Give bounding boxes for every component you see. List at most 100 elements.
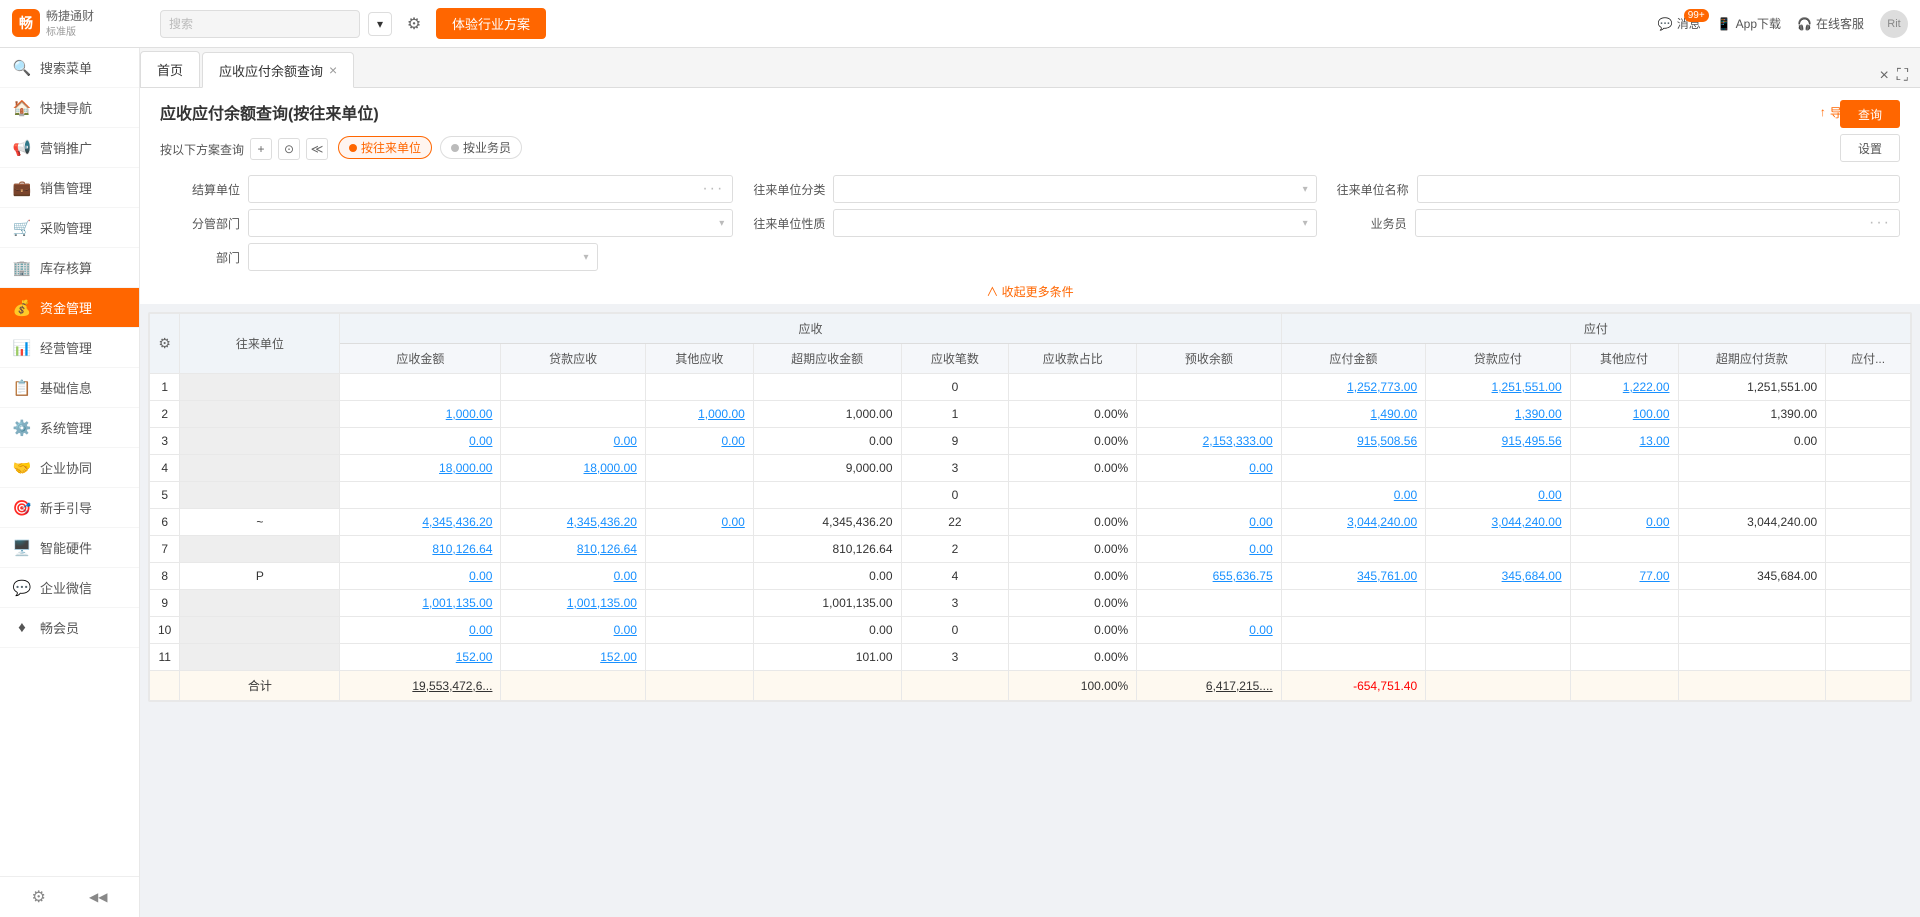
header-gear-icon[interactable]: ⚙ [400,10,428,38]
sidebar-item-enterprise[interactable]: 🤝 企业协同 [0,448,139,488]
sidebar-item-base-info[interactable]: 📋 基础信息 [0,368,139,408]
sidebar-collapse-btn[interactable]: ◀◀ [89,890,107,904]
sidebar-label: 搜索菜单 [40,58,92,77]
sidebar-item-finance[interactable]: 💰 资金管理 [0,288,139,328]
partner-name-input[interactable] [1417,175,1900,203]
sidebar-item-sales[interactable]: 💼 销售管理 [0,168,139,208]
headset-icon: 🎧 [1797,17,1812,31]
page-title-row: 应收应付余额查询(按往来单位) ↑ 导出 ↻ 刷新 [160,100,1900,124]
salesperson-input[interactable]: ··· [1415,209,1900,237]
sidebar-item-vip[interactable]: ♦ 畅会员 [0,608,139,648]
department-label: 部门 [170,249,240,266]
tab-ar-ap-label: 应收应付余额查询 [219,61,323,80]
filter-settlement-unit: 结算单位 ··· [170,175,733,203]
sidebar-settings-icon[interactable]: ⚙ [32,887,46,907]
col-settings-icon[interactable]: ⚙ [158,335,171,351]
search-icon: 🔍 [12,59,32,77]
tab-ar-ap-query[interactable]: 应收应付余额查询 × [202,52,354,88]
sidebar-item-marketing[interactable]: 📢 营销推广 [0,128,139,168]
col-advance-bal: 预收余额 [1137,344,1281,374]
scheme-inactive-dot [451,144,459,152]
sidebar-label: 销售管理 [40,178,92,197]
app-name: 畅捷通财 [46,9,94,23]
settings-button[interactable]: 设置 [1840,134,1900,162]
sidebar-label: 快捷导航 [40,98,92,117]
app-download-btn[interactable]: 📱 App下载 [1717,15,1781,32]
window-close-icon[interactable]: × [1879,67,1888,85]
filter-managing-dept: 分管部门 ▾ [170,209,733,237]
sidebar-item-wechat[interactable]: 💬 企业微信 [0,568,139,608]
row-number: 4 [150,455,180,482]
department-input[interactable]: ▾ [248,243,598,271]
sidebar-item-quick-nav[interactable]: 🏠 快捷导航 [0,88,139,128]
sales-icon: 💼 [12,179,32,197]
col-receivable-group: 应收 [340,314,1281,344]
solution-button[interactable]: 体验行业方案 [436,8,546,39]
table-row: 11152.00152.00101.0030.00% [150,644,1911,671]
window-expand-icon[interactable]: ⛶ [1897,67,1908,85]
app-logo-icon: 畅 [12,9,40,37]
export-icon: ↑ [1820,105,1826,119]
footer-advance-bal[interactable]: 6,417,215.... [1137,671,1281,701]
col-payable-group: 应付 [1281,314,1910,344]
sidebar-item-purchase[interactable]: 🛒 采购管理 [0,208,139,248]
table-row: 8P0.000.000.0040.00%655,636.75345,761.00… [150,563,1911,590]
partner-nature-input[interactable]: ▾ [833,209,1316,237]
sidebar-label: 资金管理 [40,298,92,317]
query-panel: 应收应付余额查询(按往来单位) ↑ 导出 ↻ 刷新 [140,88,1920,304]
sidebar-label: 畅会员 [40,618,79,637]
col-overdue-rec: 超期应收金额 [753,344,901,374]
row-number: 6 [150,509,180,536]
data-table-container: ⚙ 往来单位 应收 应付 应收金额 贷款应收 其他应收 超期应收金额 应收笔数 [148,312,1912,702]
sidebar-item-operations[interactable]: 📊 经营管理 [0,328,139,368]
sidebar-label: 企业微信 [40,578,92,597]
messages-btn[interactable]: 💬 消息 99+ [1658,15,1701,32]
collapse-more-btn[interactable]: ∧ 收起更多条件 [160,279,1900,304]
scheme-items: 按往来单位 按业务员 [338,136,1900,159]
warehouse-icon: 🏢 [12,259,32,277]
guide-icon: 🎯 [12,499,32,517]
sidebar-item-guide[interactable]: 🎯 新手引导 [0,488,139,528]
settlement-unit-input[interactable]: ··· [248,175,733,203]
row-number: 1 [150,374,180,401]
scheme-settings-btn[interactable]: ⊙ [278,138,300,160]
sidebar-label: 智能硬件 [40,538,92,557]
table-row: 418,000.0018,000.009,000.0030.00%0.00 [150,455,1911,482]
sidebar-item-warehouse[interactable]: 🏢 库存核算 [0,248,139,288]
table-footer-row: 合计 19,553,472,6... 100.00% 6,417,215....… [150,671,1911,701]
col-pay-loan: 贷款应付 [1426,344,1570,374]
managing-dept-input[interactable]: ▾ [248,209,733,237]
table-row: 101,252,773.001,251,551.001,222.001,251,… [150,374,1911,401]
header-search-area: 搜索 ▾ ⚙ 体验行业方案 [160,8,1650,39]
row-number: 10 [150,617,180,644]
header-dropdown-btn[interactable]: ▾ [368,12,392,36]
sidebar-item-system[interactable]: ⚙️ 系统管理 [0,408,139,448]
table-row: 21,000.001,000.001,000.0010.00%1,490.001… [150,401,1911,428]
sidebar-item-smart-hw[interactable]: 🖥️ 智能硬件 [0,528,139,568]
user-avatar[interactable]: Rit [1880,10,1908,38]
footer-rec-amount[interactable]: 19,553,472,6... [340,671,501,701]
col-pay-more: 应付... [1826,344,1911,374]
col-partner-header: 往来单位 [180,314,340,374]
online-service-btn[interactable]: 🎧 在线客服 [1797,15,1864,32]
sidebar-item-search-menu[interactable]: 🔍 搜索菜单 [0,48,139,88]
scheme-by-salesperson[interactable]: 按业务员 [440,136,522,159]
filter-department: 部门 ▾ [170,243,598,271]
scheme-by-partner[interactable]: 按往来单位 [338,136,432,159]
row-partner [180,374,340,401]
scheme-collapse-btn[interactable]: ≪ [306,138,328,160]
header-search-bar[interactable]: 搜索 [160,10,360,38]
salesperson-label: 业务员 [1337,215,1407,232]
page-title: 应收应付余额查询(按往来单位) [160,100,379,124]
app-download-icon: 📱 [1717,17,1732,31]
partner-category-input[interactable]: ▾ [833,175,1316,203]
tab-close-icon[interactable]: × [329,62,337,78]
sidebar-footer: ⚙ ◀◀ [0,876,139,917]
filter-row-1: 结算单位 ··· 往来单位分类 ▾ [170,175,1900,203]
marketing-icon: 📢 [12,139,32,157]
main-layout: 🔍 搜索菜单 🏠 快捷导航 📢 营销推广 💼 销售管理 🛒 采购管理 🏢 库存核… [0,48,1920,917]
query-button[interactable]: 查询 [1840,100,1900,128]
col-overdue-pay: 超期应付货款 [1678,344,1826,374]
tab-home[interactable]: 首页 [140,51,200,87]
add-scheme-btn[interactable]: + [250,138,272,160]
